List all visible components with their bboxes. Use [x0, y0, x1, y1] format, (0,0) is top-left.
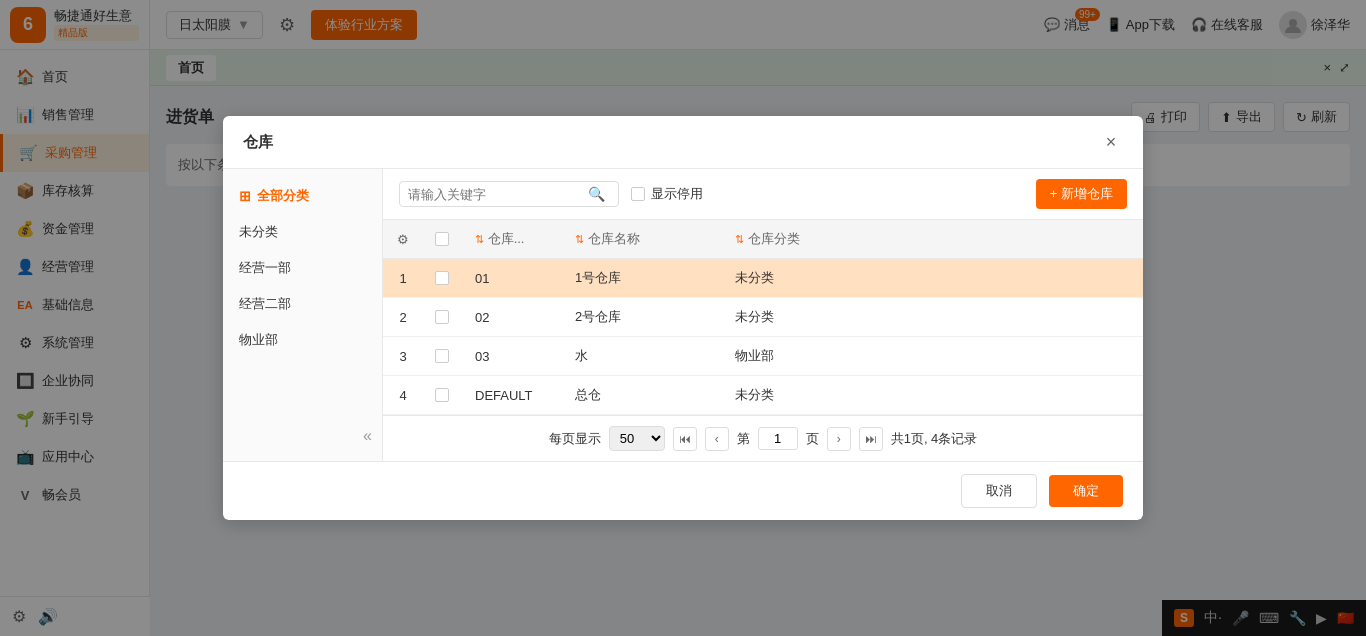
row-name: 1号仓库 [563, 259, 723, 298]
pagination: 每页显示 50 20 100 ⏮ ‹ 第 页 › ⏭ 共1页, 4条记录 [383, 415, 1143, 461]
modal-table-wrap: ⚙ ⇅ 仓库... ⇅ [383, 220, 1143, 415]
row-num: 1 [383, 259, 423, 298]
category-spacer [223, 359, 382, 419]
col-gear: ⚙ [383, 220, 423, 259]
row-code: 03 [463, 337, 563, 376]
table-head: ⚙ ⇅ 仓库... ⇅ [383, 220, 1143, 259]
modal-title: 仓库 [243, 133, 273, 152]
search-box: 🔍 [399, 181, 619, 207]
table-row[interactable]: 2 02 2号仓库 未分类 [383, 298, 1143, 337]
show-disabled-checkbox[interactable] [631, 187, 645, 201]
last-page-button[interactable]: ⏭ [859, 427, 883, 451]
category-item-unclassified[interactable]: 未分类 [223, 215, 382, 249]
sort-icon: ⇅ [575, 233, 584, 245]
row-code: DEFAULT [463, 376, 563, 415]
modal-header: 仓库 × [223, 116, 1143, 169]
modal-close-button[interactable]: × [1099, 130, 1123, 154]
first-page-button[interactable]: ⏮ [673, 427, 697, 451]
row-checkbox[interactable] [423, 298, 463, 337]
modal-toolbar: 🔍 显示停用 + 新增仓库 [383, 169, 1143, 220]
category-item-all[interactable]: ⊞ 全部分类 [223, 179, 382, 213]
gear-icon: ⚙ [397, 232, 409, 247]
row-category: 未分类 [723, 376, 1143, 415]
row-category: 未分类 [723, 259, 1143, 298]
modal-overlay: 仓库 × ⊞ 全部分类 未分类 经营一部 经营二部 [0, 0, 1366, 636]
collapse-button[interactable]: « [357, 421, 378, 451]
show-disabled-toggle[interactable]: 显示停用 [631, 185, 703, 203]
toolbar-left: 🔍 显示停用 [399, 181, 703, 207]
col-name: ⇅ 仓库名称 [563, 220, 723, 259]
select-all-checkbox[interactable] [435, 232, 449, 246]
search-input[interactable] [408, 187, 588, 202]
modal-main: 🔍 显示停用 + 新增仓库 [383, 169, 1143, 461]
table-row[interactable]: 1 01 1号仓库 未分类 [383, 259, 1143, 298]
total-info: 共1页, 4条记录 [891, 430, 978, 448]
search-icon: 🔍 [588, 186, 605, 202]
page-unit: 页 [806, 430, 819, 448]
row-name: 水 [563, 337, 723, 376]
modal-sidebar: ⊞ 全部分类 未分类 经营一部 经营二部 物业部 « [223, 169, 383, 461]
category-all-icon: ⊞ [239, 188, 251, 204]
row-category: 未分类 [723, 298, 1143, 337]
category-item-dept1[interactable]: 经营一部 [223, 251, 382, 285]
per-page-select[interactable]: 50 20 100 [609, 426, 665, 451]
modal-footer: 取消 确定 [223, 461, 1143, 520]
show-disabled-label: 显示停用 [651, 185, 703, 203]
warehouse-modal: 仓库 × ⊞ 全部分类 未分类 经营一部 经营二部 [223, 116, 1143, 520]
row-num: 3 [383, 337, 423, 376]
col-code: ⇅ 仓库... [463, 220, 563, 259]
row-num: 4 [383, 376, 423, 415]
col-category: ⇅ 仓库分类 [723, 220, 1143, 259]
warehouse-table: ⚙ ⇅ 仓库... ⇅ [383, 220, 1143, 415]
table-header-row: ⚙ ⇅ 仓库... ⇅ [383, 220, 1143, 259]
row-code: 01 [463, 259, 563, 298]
prev-page-button[interactable]: ‹ [705, 427, 729, 451]
col-checkbox [423, 220, 463, 259]
row-code: 02 [463, 298, 563, 337]
add-warehouse-button[interactable]: + 新增仓库 [1036, 179, 1127, 209]
table-body: 1 01 1号仓库 未分类 2 [383, 259, 1143, 415]
category-item-property[interactable]: 物业部 [223, 323, 382, 357]
next-page-button[interactable]: › [827, 427, 851, 451]
table-row[interactable]: 3 03 水 物业部 [383, 337, 1143, 376]
row-num: 2 [383, 298, 423, 337]
cancel-button[interactable]: 取消 [961, 474, 1037, 508]
page-number-input[interactable] [758, 427, 798, 450]
row-name: 2号仓库 [563, 298, 723, 337]
per-page-label: 每页显示 [549, 430, 601, 448]
row-category: 物业部 [723, 337, 1143, 376]
sort-icon: ⇅ [475, 233, 484, 245]
row-name: 总仓 [563, 376, 723, 415]
sort-icon: ⇅ [735, 233, 744, 245]
page-label: 第 [737, 430, 750, 448]
modal-body: ⊞ 全部分类 未分类 经营一部 经营二部 物业部 « [223, 169, 1143, 461]
category-item-dept2[interactable]: 经营二部 [223, 287, 382, 321]
table-row[interactable]: 4 DEFAULT 总仓 未分类 [383, 376, 1143, 415]
row-checkbox[interactable] [423, 259, 463, 298]
row-checkbox[interactable] [423, 337, 463, 376]
confirm-button[interactable]: 确定 [1049, 475, 1123, 507]
row-checkbox[interactable] [423, 376, 463, 415]
